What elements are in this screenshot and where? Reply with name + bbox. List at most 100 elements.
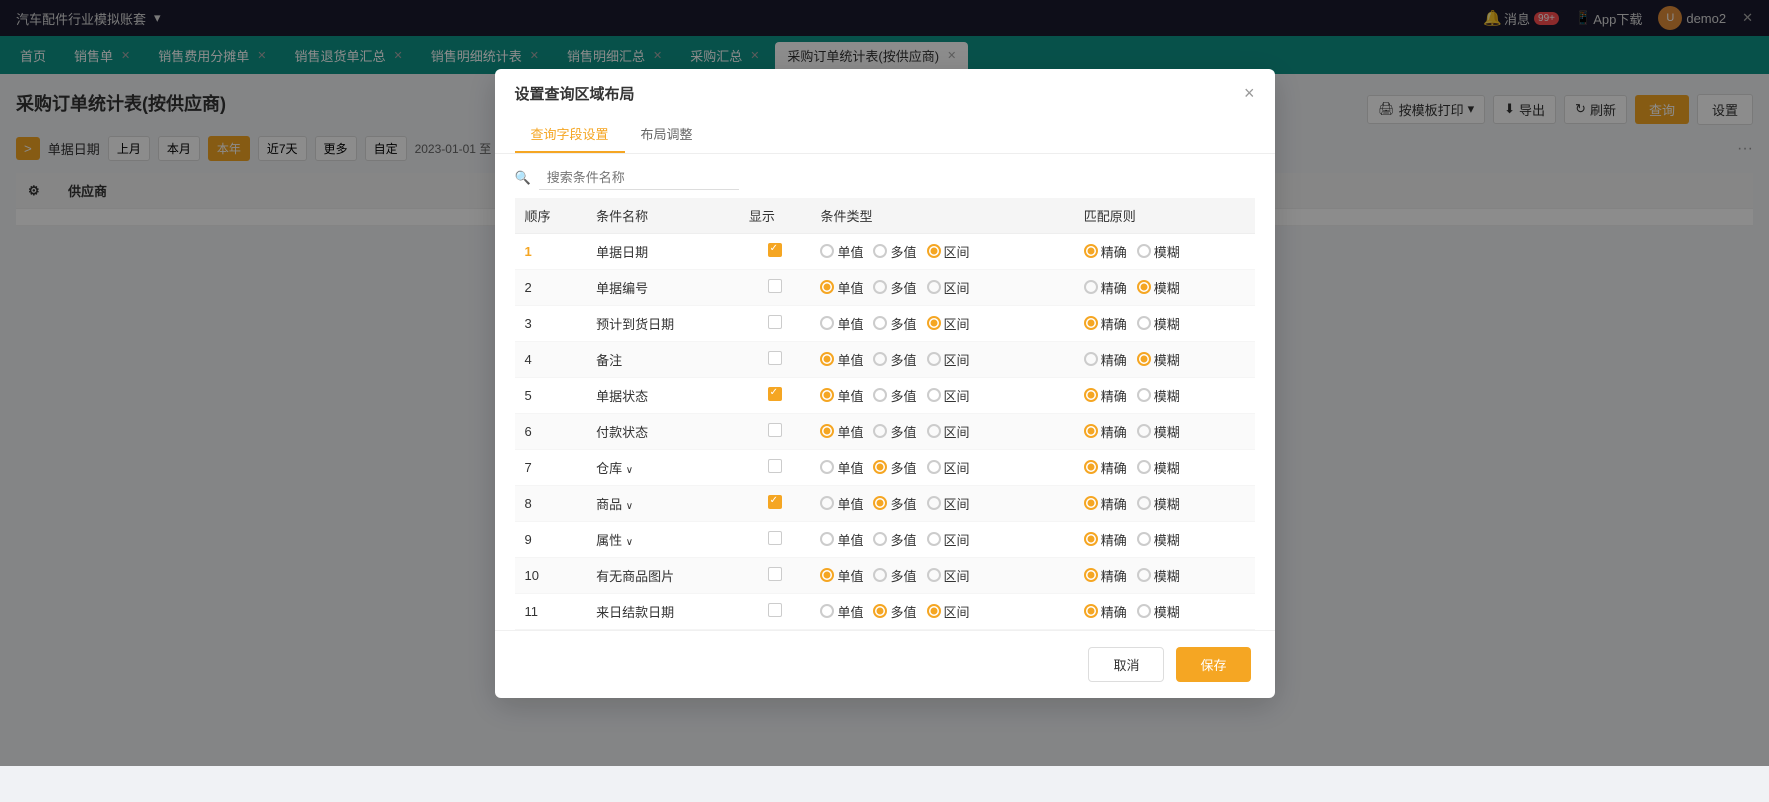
exact-radio-btn[interactable] bbox=[1084, 460, 1098, 474]
fuzzy-radio-btn[interactable] bbox=[1137, 604, 1151, 618]
single-radio-btn[interactable] bbox=[820, 424, 834, 438]
fuzzy-radio-btn[interactable] bbox=[1137, 496, 1151, 510]
single-radio[interactable]: 单值 bbox=[820, 242, 863, 261]
display-checkbox[interactable] bbox=[768, 459, 782, 473]
row-display-checkbox[interactable] bbox=[739, 413, 811, 449]
multi-radio[interactable]: 多值 bbox=[873, 602, 916, 621]
exact-radio[interactable]: 精确 bbox=[1084, 386, 1127, 405]
range-radio[interactable]: 区间 bbox=[927, 242, 970, 261]
single-radio[interactable]: 单值 bbox=[820, 350, 863, 369]
multi-radio-btn[interactable] bbox=[873, 244, 887, 258]
range-radio-btn[interactable] bbox=[927, 280, 941, 294]
multi-radio[interactable]: 多值 bbox=[873, 566, 916, 585]
display-checkbox[interactable] bbox=[768, 243, 782, 257]
fuzzy-radio-btn[interactable] bbox=[1137, 280, 1151, 294]
multi-radio[interactable]: 多值 bbox=[873, 386, 916, 405]
single-radio-btn[interactable] bbox=[820, 568, 834, 582]
fuzzy-radio-btn[interactable] bbox=[1137, 388, 1151, 402]
fuzzy-radio[interactable]: 模糊 bbox=[1137, 242, 1180, 261]
single-radio[interactable]: 单值 bbox=[820, 458, 863, 477]
fuzzy-radio[interactable]: 模糊 bbox=[1137, 278, 1180, 297]
range-radio[interactable]: 区间 bbox=[927, 494, 970, 513]
multi-radio[interactable]: 多值 bbox=[873, 350, 916, 369]
exact-radio-btn[interactable] bbox=[1084, 352, 1098, 366]
row-display-checkbox[interactable] bbox=[739, 305, 811, 341]
row-display-checkbox[interactable] bbox=[739, 449, 811, 485]
fuzzy-radio-btn[interactable] bbox=[1137, 424, 1151, 438]
fuzzy-radio[interactable]: 模糊 bbox=[1137, 458, 1180, 477]
single-radio-btn[interactable] bbox=[820, 244, 834, 258]
row-display-checkbox[interactable] bbox=[739, 593, 811, 629]
fuzzy-radio-btn[interactable] bbox=[1137, 352, 1151, 366]
multi-radio-btn[interactable] bbox=[873, 568, 887, 582]
modal-tab-layout[interactable]: 布局调整 bbox=[625, 116, 709, 153]
range-radio-btn[interactable] bbox=[927, 352, 941, 366]
multi-radio[interactable]: 多值 bbox=[873, 422, 916, 441]
range-radio[interactable]: 区间 bbox=[927, 386, 970, 405]
display-checkbox[interactable] bbox=[768, 603, 782, 617]
single-radio-btn[interactable] bbox=[820, 460, 834, 474]
fuzzy-radio-btn[interactable] bbox=[1137, 244, 1151, 258]
single-radio-btn[interactable] bbox=[820, 316, 834, 330]
multi-radio[interactable]: 多值 bbox=[873, 530, 916, 549]
exact-radio-btn[interactable] bbox=[1084, 424, 1098, 438]
multi-radio[interactable]: 多值 bbox=[873, 242, 916, 261]
display-checkbox[interactable] bbox=[768, 279, 782, 293]
save-btn[interactable]: 保存 bbox=[1176, 647, 1250, 682]
single-radio-btn[interactable] bbox=[820, 604, 834, 618]
range-radio[interactable]: 区间 bbox=[927, 314, 970, 333]
single-radio[interactable]: 单值 bbox=[820, 422, 863, 441]
range-radio-btn[interactable] bbox=[927, 496, 941, 510]
range-radio-btn[interactable] bbox=[927, 388, 941, 402]
range-radio-btn[interactable] bbox=[927, 244, 941, 258]
multi-radio-btn[interactable] bbox=[873, 280, 887, 294]
exact-radio[interactable]: 精确 bbox=[1084, 494, 1127, 513]
modal-close-btn[interactable]: × bbox=[1244, 83, 1255, 104]
fuzzy-radio-btn[interactable] bbox=[1137, 460, 1151, 474]
single-radio-btn[interactable] bbox=[820, 496, 834, 510]
range-radio-btn[interactable] bbox=[927, 568, 941, 582]
exact-radio[interactable]: 精确 bbox=[1084, 530, 1127, 549]
row-display-checkbox[interactable] bbox=[739, 377, 811, 413]
exact-radio[interactable]: 精确 bbox=[1084, 242, 1127, 261]
exact-radio-btn[interactable] bbox=[1084, 316, 1098, 330]
row-display-checkbox[interactable] bbox=[739, 233, 811, 269]
single-radio[interactable]: 单值 bbox=[820, 278, 863, 297]
multi-radio-btn[interactable] bbox=[873, 532, 887, 546]
exact-radio-btn[interactable] bbox=[1084, 568, 1098, 582]
display-checkbox[interactable] bbox=[768, 567, 782, 581]
multi-radio-btn[interactable] bbox=[873, 424, 887, 438]
range-radio[interactable]: 区间 bbox=[927, 350, 970, 369]
single-radio[interactable]: 单值 bbox=[820, 566, 863, 585]
range-radio-btn[interactable] bbox=[927, 460, 941, 474]
search-input[interactable] bbox=[539, 166, 739, 190]
range-radio[interactable]: 区间 bbox=[927, 530, 970, 549]
row-display-checkbox[interactable] bbox=[739, 341, 811, 377]
range-radio[interactable]: 区间 bbox=[927, 566, 970, 585]
range-radio-btn[interactable] bbox=[927, 532, 941, 546]
display-checkbox[interactable] bbox=[768, 423, 782, 437]
exact-radio[interactable]: 精确 bbox=[1084, 602, 1127, 621]
multi-radio-btn[interactable] bbox=[873, 352, 887, 366]
fuzzy-radio[interactable]: 模糊 bbox=[1137, 602, 1180, 621]
range-radio[interactable]: 区间 bbox=[927, 278, 970, 297]
row-display-checkbox[interactable] bbox=[739, 521, 811, 557]
single-radio[interactable]: 单值 bbox=[820, 386, 863, 405]
multi-radio-btn[interactable] bbox=[873, 460, 887, 474]
fuzzy-radio-btn[interactable] bbox=[1137, 316, 1151, 330]
exact-radio-btn[interactable] bbox=[1084, 604, 1098, 618]
fuzzy-radio[interactable]: 模糊 bbox=[1137, 422, 1180, 441]
multi-radio[interactable]: 多值 bbox=[873, 494, 916, 513]
exact-radio[interactable]: 精确 bbox=[1084, 566, 1127, 585]
fuzzy-radio[interactable]: 模糊 bbox=[1137, 494, 1180, 513]
fuzzy-radio[interactable]: 模糊 bbox=[1137, 350, 1180, 369]
row-display-checkbox[interactable] bbox=[739, 269, 811, 305]
display-checkbox[interactable] bbox=[768, 351, 782, 365]
fuzzy-radio-btn[interactable] bbox=[1137, 532, 1151, 546]
single-radio[interactable]: 单值 bbox=[820, 530, 863, 549]
single-radio[interactable]: 单值 bbox=[820, 314, 863, 333]
multi-radio-btn[interactable] bbox=[873, 496, 887, 510]
exact-radio-btn[interactable] bbox=[1084, 280, 1098, 294]
multi-radio-btn[interactable] bbox=[873, 316, 887, 330]
single-radio-btn[interactable] bbox=[820, 280, 834, 294]
